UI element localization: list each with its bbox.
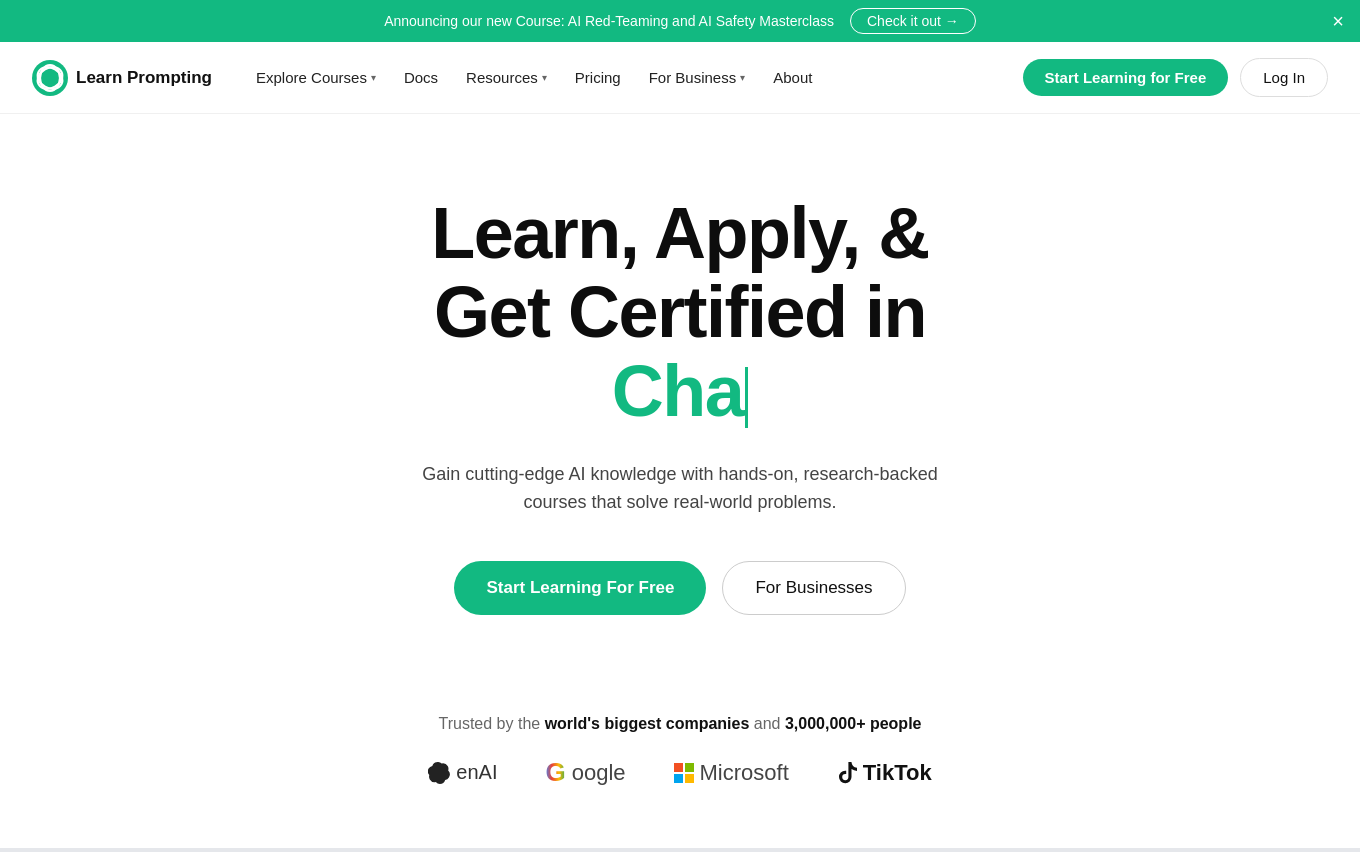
nav-for-business[interactable]: For Business ▾ xyxy=(637,61,758,94)
nav-resources[interactable]: Resources ▾ xyxy=(454,61,559,94)
microsoft-icon xyxy=(674,763,694,783)
nav-start-learning-button[interactable]: Start Learning for Free xyxy=(1023,59,1229,96)
nav-explore-courses[interactable]: Explore Courses ▾ xyxy=(244,61,388,94)
nav-docs[interactable]: Docs xyxy=(392,61,450,94)
nav-pricing[interactable]: Pricing xyxy=(563,61,633,94)
chevron-down-icon: ▾ xyxy=(371,72,376,83)
google-text: oogle xyxy=(572,760,626,786)
tiktok-logo: TikTok xyxy=(837,760,932,786)
trusted-companies-label: world's biggest companies xyxy=(545,715,750,732)
page-bottom-divider xyxy=(0,848,1360,852)
trusted-logos: enAI G oogle Microsoft TikTok xyxy=(428,757,931,788)
hero-section: Learn, Apply, & Get Certified in Cha Gai… xyxy=(0,114,1360,675)
logo-text: Learn Prompting xyxy=(76,68,212,88)
main-nav: Learn Prompting Explore Courses ▾ Docs R… xyxy=(0,42,1360,114)
openai-text: enAI xyxy=(456,761,497,784)
hero-buttons: Start Learning For Free For Businesses xyxy=(454,561,905,615)
openai-logo: enAI xyxy=(428,761,497,784)
hero-for-businesses-button[interactable]: For Businesses xyxy=(722,561,905,615)
hero-title: Learn, Apply, & Get Certified in Cha xyxy=(431,194,929,432)
chevron-down-icon: ▾ xyxy=(740,72,745,83)
microsoft-text: Microsoft xyxy=(700,760,789,786)
nav-about[interactable]: About xyxy=(761,61,824,94)
nav-login-button[interactable]: Log In xyxy=(1240,58,1328,97)
google-icon: G xyxy=(545,757,565,788)
tiktok-text: TikTok xyxy=(863,760,932,786)
nav-logo[interactable]: Learn Prompting xyxy=(32,60,212,96)
typing-cursor xyxy=(745,367,748,428)
trusted-section: Trusted by the world's biggest companies… xyxy=(0,675,1360,848)
announcement-bar: Announcing our new Course: AI Red-Teamin… xyxy=(0,0,1360,42)
nav-links: Explore Courses ▾ Docs Resources ▾ Prici… xyxy=(244,61,1023,94)
openai-icon xyxy=(428,762,450,784)
hero-start-learning-button[interactable]: Start Learning For Free xyxy=(454,561,706,615)
check-it-out-button[interactable]: Check it out → xyxy=(850,8,976,34)
nav-actions: Start Learning for Free Log In xyxy=(1023,58,1328,97)
logo-icon xyxy=(32,60,68,96)
trusted-people-label: 3,000,000+ people xyxy=(785,715,922,732)
hero-subtitle: Gain cutting-edge AI knowledge with hand… xyxy=(400,460,960,518)
close-announcement-button[interactable]: × xyxy=(1332,11,1344,31)
chevron-down-icon: ▾ xyxy=(542,72,547,83)
microsoft-logo: Microsoft xyxy=(674,760,789,786)
announcement-text: Announcing our new Course: AI Red-Teamin… xyxy=(384,13,834,29)
google-logo: G oogle xyxy=(545,757,625,788)
hero-title-teal: Cha xyxy=(431,352,929,431)
trusted-text: Trusted by the world's biggest companies… xyxy=(439,715,922,733)
tiktok-icon xyxy=(837,762,857,784)
